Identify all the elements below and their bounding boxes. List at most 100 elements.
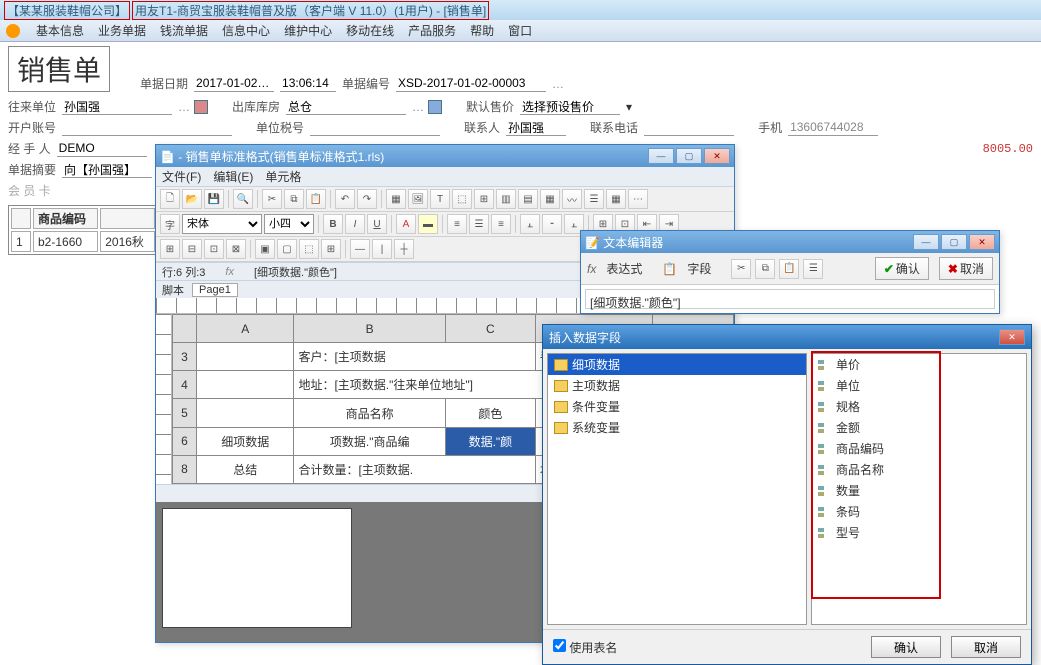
cell-prodcode[interactable]: 项数据."商品编	[294, 427, 445, 455]
texteditor-content[interactable]: [细项数据."颜色"]	[585, 289, 995, 309]
tree-item-cond[interactable]: 条件变量	[548, 396, 806, 417]
tree-item-detail[interactable]: 细项数据	[548, 354, 806, 375]
menu-maintain[interactable]: 维护中心	[284, 22, 332, 39]
copy-icon[interactable]: ⧉	[284, 189, 304, 209]
btn-expression[interactable]: 表达式	[606, 260, 642, 277]
image-icon[interactable]: 🖼	[408, 189, 428, 209]
menu-info-center[interactable]: 信息中心	[222, 22, 270, 39]
texteditor-titlebar[interactable]: 📝 文本编辑器 — ▢ ✕	[581, 231, 999, 253]
field-prodname[interactable]: 商品名称	[812, 459, 1026, 480]
paste-icon[interactable]: 📋	[306, 189, 326, 209]
ok-button[interactable]: ✔确认	[875, 257, 929, 280]
cell-code[interactable]: b2-1660	[33, 231, 98, 252]
te-copy-icon[interactable]: ⧉	[755, 259, 775, 279]
menu-mobile[interactable]: 移动在线	[346, 22, 394, 39]
input-contact[interactable]	[506, 119, 566, 136]
te-cut-icon[interactable]: ✂	[731, 259, 751, 279]
field-price[interactable]: 单价	[812, 354, 1026, 375]
font-size-select[interactable]: 小四	[264, 214, 314, 234]
warehouse-picker-icon[interactable]: …	[412, 100, 422, 114]
preview-icon[interactable]: 🔍	[233, 189, 253, 209]
menu-business[interactable]: 业务单据	[98, 22, 146, 39]
tree-item-sys[interactable]: 系统变量	[548, 417, 806, 438]
menu-cashflow[interactable]: 钱流单据	[160, 22, 208, 39]
b8-icon[interactable]: ⊞	[321, 239, 341, 259]
bold-icon[interactable]: B	[323, 214, 343, 234]
text-icon[interactable]: T	[430, 189, 450, 209]
field-barcode[interactable]: 条码	[812, 501, 1026, 522]
field-qty[interactable]: 数量	[812, 480, 1026, 501]
dlg-ok-button[interactable]: 确认	[871, 636, 941, 658]
col-C[interactable]: C	[445, 315, 535, 343]
menu-basic-info[interactable]: 基本信息	[36, 22, 84, 39]
te-list-icon[interactable]: ☰	[803, 259, 823, 279]
input-doc-time[interactable]	[280, 75, 336, 92]
valign-mid-icon[interactable]: ⁃	[542, 214, 562, 234]
maximize-button[interactable]: ▢	[676, 148, 702, 164]
b9-icon[interactable]: —	[350, 239, 370, 259]
font-tool-icon[interactable]: 字	[160, 214, 180, 234]
cell-name[interactable]: 2016秋	[100, 231, 155, 252]
close-button[interactable]: ✕	[704, 148, 730, 164]
italic-icon[interactable]: I	[345, 214, 365, 234]
open-icon[interactable]: 📂	[182, 189, 202, 209]
split-icon[interactable]: ⊞	[474, 189, 494, 209]
underline-icon[interactable]: U	[367, 214, 387, 234]
input-party[interactable]	[62, 98, 172, 115]
b10-icon[interactable]: |	[372, 239, 392, 259]
use-table-name-checkbox[interactable]: 使用表名	[553, 639, 617, 656]
cell-summary[interactable]: 总结	[197, 455, 294, 483]
input-handler[interactable]	[57, 140, 147, 157]
input-taxno[interactable]	[310, 119, 440, 136]
cancel-button[interactable]: ✖取消	[939, 257, 993, 280]
grid-icon[interactable]: ▦	[606, 189, 626, 209]
new-icon[interactable]: 🗋	[160, 189, 180, 209]
row-8[interactable]: 8	[173, 455, 197, 483]
row-6[interactable]: 6	[173, 427, 197, 455]
align-left-icon[interactable]: ≡	[447, 214, 467, 234]
defprice-dropdown-icon[interactable]: ▾	[626, 100, 632, 114]
tab-page1[interactable]: Page1	[192, 283, 238, 297]
col-product-code[interactable]: 商品编码	[33, 208, 98, 229]
input-account[interactable]	[62, 119, 232, 136]
valign-top-icon[interactable]: ⫠	[520, 214, 540, 234]
tree-item-master[interactable]: 主项数据	[548, 375, 806, 396]
field-prodcode[interactable]: 商品编码	[812, 438, 1026, 459]
tab-script[interactable]: 脚本	[162, 282, 184, 298]
col-B[interactable]: B	[294, 315, 445, 343]
hdr-color[interactable]: 颜色	[445, 399, 535, 427]
te-minimize-button[interactable]: —	[913, 234, 939, 250]
redo-icon[interactable]: ↷	[357, 189, 377, 209]
row-3[interactable]: 3	[173, 343, 197, 371]
save-icon[interactable]: 💾	[204, 189, 224, 209]
designer-titlebar[interactable]: 📄 - 销售单标准格式(销售单标准格式1.rls) — ▢ ✕	[156, 145, 734, 167]
b11-icon[interactable]: ┼	[394, 239, 414, 259]
cell-detail[interactable]: 细项数据	[197, 427, 294, 455]
color-icon[interactable]: A	[396, 214, 416, 234]
hdr-product[interactable]: 商品名称	[294, 399, 445, 427]
field-unit[interactable]: 单位	[812, 375, 1026, 396]
party-detail-icon[interactable]	[194, 100, 208, 114]
font-name-select[interactable]: 宋体	[182, 214, 262, 234]
misc-icon[interactable]: ⋯	[628, 189, 648, 209]
te-maximize-button[interactable]: ▢	[941, 234, 967, 250]
b5-icon[interactable]: ▣	[255, 239, 275, 259]
input-mobile[interactable]	[788, 119, 878, 136]
chart-icon[interactable]: ▦	[386, 189, 406, 209]
input-doc-no[interactable]	[396, 75, 546, 92]
cell-totalqty[interactable]: 合计数量：[主项数据.	[294, 455, 535, 483]
row-5[interactable]: 5	[173, 399, 197, 427]
b6-icon[interactable]: ▢	[277, 239, 297, 259]
rows-icon[interactable]: ▤	[518, 189, 538, 209]
merge-icon[interactable]: ⬚	[452, 189, 472, 209]
field-list[interactable]: 单价 单位 规格 金额 商品编码 商品名称 数量 条码 型号	[811, 353, 1027, 625]
cut-icon[interactable]: ✂	[262, 189, 282, 209]
menu-product[interactable]: 产品服务	[408, 22, 456, 39]
fill-icon[interactable]: ▬	[418, 214, 438, 234]
menu-window[interactable]: 窗口	[508, 22, 532, 39]
minimize-button[interactable]: —	[648, 148, 674, 164]
field-spec[interactable]: 规格	[812, 396, 1026, 417]
b3-icon[interactable]: ⊡	[204, 239, 224, 259]
docno-picker-icon[interactable]: …	[552, 77, 562, 91]
row-4[interactable]: 4	[173, 371, 197, 399]
